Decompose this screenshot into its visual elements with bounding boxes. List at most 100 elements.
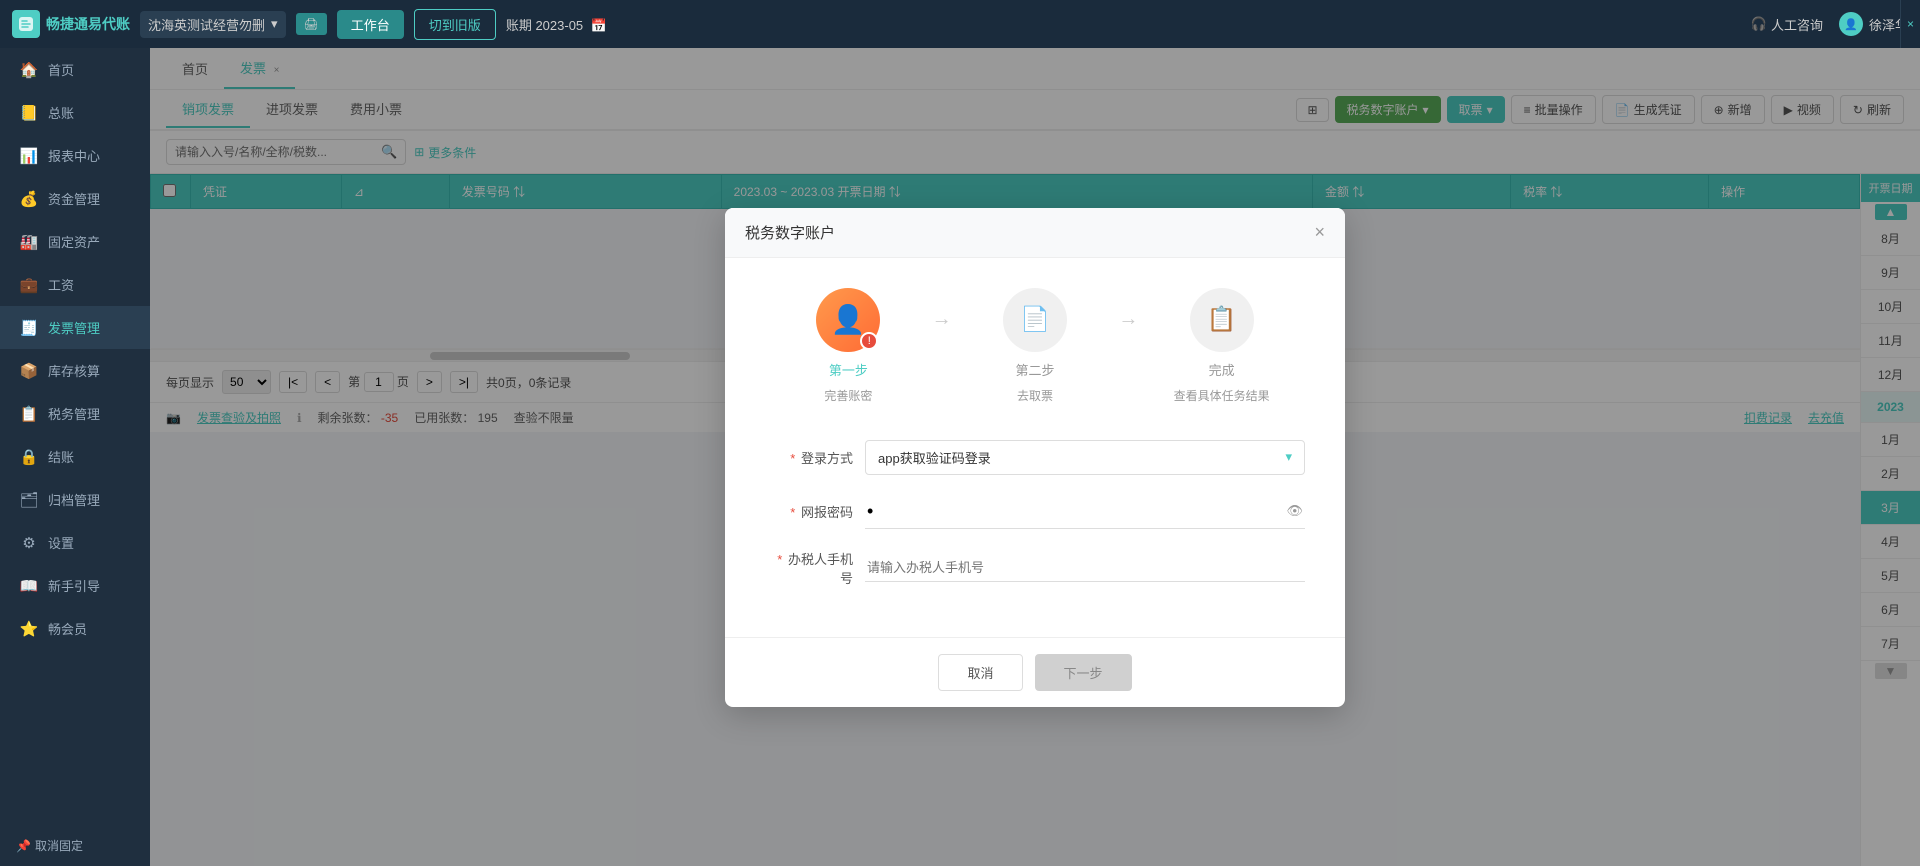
cancel-fixed-button[interactable]: 📌 取消固定 bbox=[0, 825, 150, 866]
sidebar-item-reports[interactable]: 📊 报表中心 bbox=[0, 134, 150, 177]
phone-row: * 办税人手机号 bbox=[765, 549, 1305, 587]
app-title: 畅捷通易代账 bbox=[46, 14, 130, 34]
step-2: 📄 第二步 去取票 bbox=[952, 288, 1119, 404]
password-row: * 网报密码 👁 bbox=[765, 495, 1305, 529]
sidebar-item-archive[interactable]: 🗂 归档管理 bbox=[0, 478, 150, 521]
company-name: 沈海英测试经营勿删 bbox=[148, 15, 265, 34]
sidebar-item-ledger[interactable]: 📒 总账 bbox=[0, 91, 150, 134]
close-account-icon: 🔒 bbox=[20, 448, 38, 466]
sidebar-item-member[interactable]: ⭐ 畅会员 bbox=[0, 607, 150, 650]
step-1-person-icon: 👤 bbox=[831, 303, 866, 336]
modal-header: 税务数字账户 × bbox=[725, 208, 1345, 258]
tax-account-modal: 税务数字账户 × 👤 ! 第一步 bbox=[725, 208, 1345, 707]
member-icon: ⭐ bbox=[20, 620, 38, 638]
sidebar-item-close[interactable]: 🔒 结账 bbox=[0, 435, 150, 478]
sidebar-item-invoice[interactable]: 🧾 发票管理 bbox=[0, 306, 150, 349]
phone-label: * 办税人手机号 bbox=[765, 549, 865, 587]
inventory-icon: 📦 bbox=[20, 362, 38, 380]
modal-body: 👤 ! 第一步 完善账密 → 📄 bbox=[725, 258, 1345, 637]
tax-icon: 📋 bbox=[20, 405, 38, 423]
avatar-icon: 👤 bbox=[1839, 12, 1863, 36]
login-method-label: * 登录方式 bbox=[765, 448, 865, 467]
switch-version-button[interactable]: 切到旧版 bbox=[414, 9, 496, 40]
login-method-row: * 登录方式 app获取验证码登录 ▾ bbox=[765, 440, 1305, 475]
sidebar-label-member: 畅会员 bbox=[48, 619, 87, 638]
eye-icon[interactable]: 👁 bbox=[1286, 503, 1303, 519]
step-1-label: 第一步 bbox=[829, 360, 868, 379]
reports-icon: 📊 bbox=[20, 147, 38, 165]
phone-control bbox=[865, 554, 1305, 582]
step-1-badge: ! bbox=[860, 332, 878, 350]
sidebar-label-settings: 设置 bbox=[48, 533, 74, 552]
step-1-icon: 👤 ! bbox=[816, 288, 880, 352]
invoice-icon: 🧾 bbox=[20, 319, 38, 337]
guide-icon: 📖 bbox=[20, 577, 38, 595]
app-logo: 畅捷通易代账 bbox=[12, 10, 130, 38]
funds-icon: 💰 bbox=[20, 190, 38, 208]
sidebar-label-funds: 资金管理 bbox=[48, 189, 100, 208]
step-2-icon: 📄 bbox=[1003, 288, 1067, 352]
required-mark: * bbox=[790, 505, 795, 520]
assets-icon: 🏭 bbox=[20, 233, 38, 251]
company-selector[interactable]: 沈海英测试经营勿删 ▾ bbox=[140, 11, 286, 38]
steps-row: 👤 ! 第一步 完善账密 → 📄 bbox=[765, 288, 1305, 404]
password-label: * 网报密码 bbox=[765, 502, 865, 521]
sidebar-item-tax[interactable]: 📋 税务管理 bbox=[0, 392, 150, 435]
sidebar-item-inventory[interactable]: 📦 库存核算 bbox=[0, 349, 150, 392]
calendar-icon[interactable]: 📅 bbox=[591, 18, 607, 33]
step-2-desc: 去取票 bbox=[1017, 387, 1053, 404]
select-chevron-icon: ▾ bbox=[1285, 449, 1292, 465]
password-input[interactable] bbox=[867, 501, 1286, 522]
modal-close-button[interactable]: × bbox=[1314, 223, 1325, 241]
settings-icon: ⚙ bbox=[20, 534, 38, 552]
sidebar-label-ledger: 总账 bbox=[48, 103, 74, 122]
password-input-wrap: 👁 bbox=[865, 495, 1305, 529]
step-3: 📋 完成 查看具体任务结果 bbox=[1138, 288, 1305, 404]
collapse-btn[interactable]: × bbox=[1900, 0, 1920, 48]
sidebar: 🏠 首页 📒 总账 📊 报表中心 💰 资金管理 🏭 固定资产 💼 工资 bbox=[0, 48, 150, 866]
step-2-doc-icon: 📄 bbox=[1020, 305, 1050, 334]
phone-input[interactable] bbox=[867, 560, 1303, 575]
phone-input-wrap bbox=[865, 554, 1305, 582]
ledger-icon: 📒 bbox=[20, 104, 38, 122]
step-1-desc: 完善账密 bbox=[824, 387, 872, 404]
cancel-button[interactable]: 取消 bbox=[938, 654, 1022, 691]
login-method-control: app获取验证码登录 ▾ bbox=[865, 440, 1305, 475]
sidebar-label-inventory: 库存核算 bbox=[48, 361, 100, 380]
sidebar-item-payroll[interactable]: 💼 工资 bbox=[0, 263, 150, 306]
required-mark: * bbox=[777, 552, 782, 567]
sidebar-label-tax: 税务管理 bbox=[48, 404, 100, 423]
step-3-icon: 📋 bbox=[1190, 288, 1254, 352]
step-3-desc: 查看具体任务结果 bbox=[1174, 387, 1270, 404]
sidebar-label-invoice: 发票管理 bbox=[48, 318, 100, 337]
logo-icon bbox=[12, 10, 40, 38]
sidebar-item-assets[interactable]: 🏭 固定资产 bbox=[0, 220, 150, 263]
content-area: 首页 发票 × 销项发票 进项发票 费用小票 ⊞ bbox=[150, 48, 1920, 866]
password-control: 👁 bbox=[865, 495, 1305, 529]
user-avatar[interactable]: 👤 徐泽华 bbox=[1839, 12, 1908, 36]
headset-icon: 🎧 bbox=[1751, 16, 1767, 32]
sidebar-item-settings[interactable]: ⚙ 设置 bbox=[0, 521, 150, 564]
workspace-button[interactable]: 工作台 bbox=[337, 10, 404, 39]
required-mark: * bbox=[790, 451, 795, 466]
archive-icon: 🗂 bbox=[20, 491, 38, 509]
step-arrow-2: → bbox=[1118, 288, 1138, 331]
print-icon-btn[interactable]: 🖨 bbox=[296, 13, 327, 35]
support-button[interactable]: 🎧 人工咨询 bbox=[1751, 15, 1823, 34]
login-method-select[interactable]: app获取验证码登录 ▾ bbox=[865, 440, 1305, 475]
sidebar-label-guide: 新手引导 bbox=[48, 576, 100, 595]
side-collapse: × bbox=[1900, 0, 1920, 48]
next-button[interactable]: 下一步 bbox=[1035, 654, 1132, 691]
sidebar-label-home: 首页 bbox=[48, 60, 74, 79]
sidebar-label-assets: 固定资产 bbox=[48, 232, 100, 251]
step-1: 👤 ! 第一步 完善账密 bbox=[765, 288, 932, 404]
top-bar-right: 🎧 人工咨询 👤 徐泽华 bbox=[1751, 12, 1908, 36]
sidebar-label-payroll: 工资 bbox=[48, 275, 74, 294]
home-icon: 🏠 bbox=[20, 61, 38, 79]
pin-icon: 📌 bbox=[16, 839, 31, 853]
sidebar-item-funds[interactable]: 💰 资金管理 bbox=[0, 177, 150, 220]
sidebar-item-guide[interactable]: 📖 新手引导 bbox=[0, 564, 150, 607]
payroll-icon: 💼 bbox=[20, 276, 38, 294]
modal-overlay: 税务数字账户 × 👤 ! 第一步 bbox=[150, 48, 1920, 866]
sidebar-item-home[interactable]: 🏠 首页 bbox=[0, 48, 150, 91]
